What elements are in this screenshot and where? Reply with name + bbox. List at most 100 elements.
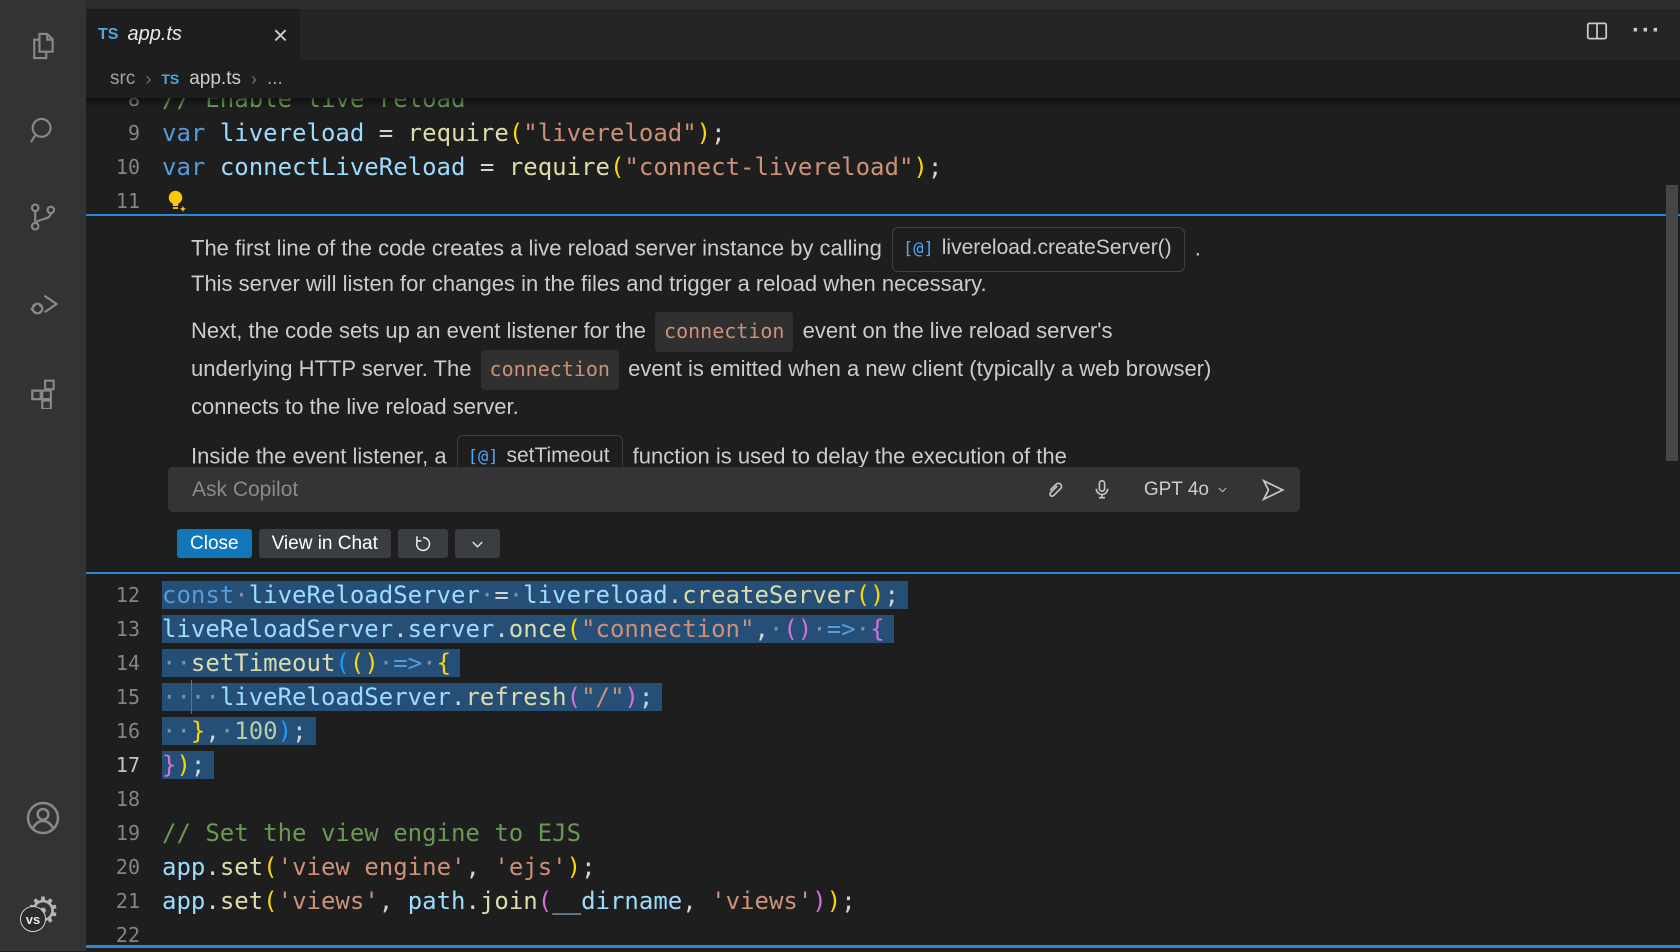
chat-text: underlying HTTP server. The bbox=[191, 356, 478, 381]
vs-profile-badge[interactable]: vs bbox=[20, 906, 46, 932]
code-text[interactable]: var connectLiveReload = require("connect… bbox=[162, 150, 1656, 184]
attach-icon[interactable] bbox=[1042, 478, 1066, 502]
line-number: 21 bbox=[86, 884, 140, 918]
line-number: 9 bbox=[86, 116, 140, 150]
line-number: 19 bbox=[86, 816, 140, 850]
mic-icon[interactable] bbox=[1090, 478, 1114, 502]
tabbar-top-strip bbox=[86, 0, 1680, 9]
refresh-icon bbox=[412, 533, 434, 555]
activity-bar: ⚙ vs bbox=[0, 0, 86, 951]
code-text[interactable]: // Set the view engine to EJS bbox=[162, 816, 1656, 850]
copilot-lightbulb-icon[interactable] bbox=[162, 188, 189, 215]
chat-text: event on the live reload server's bbox=[796, 318, 1112, 343]
code-text[interactable]: var livereload = require("livereload"); bbox=[162, 116, 1656, 150]
next-widget-border bbox=[86, 945, 1680, 948]
search-icon[interactable] bbox=[0, 98, 86, 162]
code-line[interactable]: 14 ··setTimeout(()·=>·{ bbox=[86, 646, 1680, 680]
chat-text: This server will listen for changes in t… bbox=[191, 271, 987, 296]
inline-code-chip: connection bbox=[481, 350, 619, 390]
code-text[interactable]: }); bbox=[162, 748, 1656, 782]
chevron-right-icon: › bbox=[145, 69, 151, 90]
typescript-file-icon: TS bbox=[98, 26, 118, 44]
chat-paragraph: Next, the code sets up an event listener… bbox=[191, 312, 1211, 426]
chat-text: function is used to delay the execution … bbox=[627, 443, 1067, 468]
code-line[interactable]: 15 ····liveReloadServer.refresh("/"); bbox=[86, 680, 1680, 714]
inline-code-chip: connection bbox=[655, 312, 793, 352]
inline-chat-bottom-border bbox=[86, 572, 1680, 574]
chevron-right-icon: › bbox=[251, 69, 257, 90]
chat-text-line: connects to the live reload server. bbox=[191, 388, 1211, 426]
chat-paragraph: The first line of the code creates a liv… bbox=[191, 227, 1201, 303]
line-number: 16 bbox=[86, 714, 140, 748]
account-icon[interactable] bbox=[0, 786, 86, 850]
breadcrumb[interactable]: src › TS app.ts › ... bbox=[86, 60, 1680, 98]
code-line[interactable]: 20 app.set('view engine', 'ejs'); bbox=[86, 850, 1680, 884]
tab-app-ts[interactable]: TS app.ts × bbox=[86, 9, 300, 60]
line-number: 13 bbox=[86, 612, 140, 646]
close-button[interactable]: Close bbox=[177, 529, 252, 558]
run-debug-icon[interactable] bbox=[0, 272, 86, 336]
tab-bar: TS app.ts × ··· bbox=[86, 0, 1680, 60]
regenerate-button[interactable] bbox=[398, 529, 448, 558]
line-number: 20 bbox=[86, 850, 140, 884]
scrollbar-thumb[interactable] bbox=[1666, 185, 1678, 461]
code-text[interactable]: ··},·100); bbox=[162, 714, 1656, 748]
line-number: 17 bbox=[86, 748, 140, 782]
code-text[interactable]: app.set('views', path.join(__dirname, 'v… bbox=[162, 884, 1656, 918]
explorer-icon[interactable] bbox=[0, 14, 86, 78]
code-line[interactable]: 21 app.set('views', path.join(__dirname, … bbox=[86, 884, 1680, 918]
line-number: 11 bbox=[86, 184, 140, 218]
code-line[interactable]: 11 bbox=[86, 184, 1680, 218]
more-actions-icon[interactable]: ··· bbox=[1632, 19, 1662, 43]
chat-text: Inside the event listener, a bbox=[191, 443, 453, 468]
model-label: GPT 4o bbox=[1144, 479, 1209, 501]
line-number: 14 bbox=[86, 646, 140, 680]
ask-copilot-input[interactable] bbox=[190, 477, 1018, 503]
code-line[interactable]: 16 ··},·100); bbox=[86, 714, 1680, 748]
editor-group: TS app.ts × ··· src › TS app.ts › ... 8/… bbox=[86, 0, 1680, 951]
chat-text-line: The first line of the code creates a liv… bbox=[191, 227, 1201, 265]
typescript-file-icon: TS bbox=[161, 71, 179, 87]
line-number: 10 bbox=[86, 150, 140, 184]
code-text[interactable]: const·liveReloadServer·=·livereload.crea… bbox=[162, 578, 1656, 612]
inline-chat-top-border bbox=[86, 214, 1680, 216]
code-line[interactable]: 9 var livereload = require("livereload"); bbox=[86, 116, 1680, 150]
breadcrumb-folder[interactable]: src bbox=[110, 68, 135, 90]
chevron-down-icon bbox=[1215, 482, 1230, 497]
code-text[interactable]: liveReloadServer.server.once("connection… bbox=[162, 612, 1656, 646]
code-line[interactable]: 18 bbox=[86, 782, 1680, 816]
chat-text: Next, the code sets up an event listener… bbox=[191, 318, 652, 343]
copilot-input-bar[interactable]: GPT 4o bbox=[168, 467, 1300, 512]
code-text[interactable]: ····liveReloadServer.refresh("/"); bbox=[162, 680, 1656, 714]
source-control-icon[interactable] bbox=[0, 185, 86, 249]
code-line[interactable]: 17}); bbox=[86, 748, 1680, 782]
breadcrumb-tail[interactable]: ... bbox=[267, 68, 283, 90]
line-number: 18 bbox=[86, 782, 140, 816]
chevron-down-icon bbox=[468, 534, 487, 554]
breadcrumb-file[interactable]: app.ts bbox=[189, 68, 241, 90]
symbol-ref-icon: [@] bbox=[903, 239, 934, 259]
chat-text: event is emitted when a new client (typi… bbox=[622, 356, 1211, 381]
chat-text-line: Next, the code sets up an event listener… bbox=[191, 312, 1211, 350]
inline-chat-buttons: Close View in Chat bbox=[177, 529, 500, 558]
tab-close-icon[interactable]: × bbox=[273, 22, 288, 48]
send-icon[interactable] bbox=[1260, 477, 1286, 503]
chat-text: The first line of the code creates a liv… bbox=[191, 235, 888, 260]
code-text[interactable]: ··setTimeout(()·=>·{ bbox=[162, 646, 1656, 680]
line-number: 12 bbox=[86, 578, 140, 612]
code-line[interactable]: 19 // Set the view engine to EJS bbox=[86, 816, 1680, 850]
files-icon bbox=[26, 29, 60, 63]
chat-text-line: underlying HTTP server. The connection e… bbox=[191, 350, 1211, 388]
code-line[interactable]: 13 liveReloadServer.server.once("connecti… bbox=[86, 612, 1680, 646]
more-options-button[interactable] bbox=[455, 529, 500, 558]
scroll-shadow bbox=[86, 98, 1680, 107]
line-number: 15 bbox=[86, 680, 140, 714]
code-line[interactable]: 12 const·liveReloadServer·=·livereload.cr… bbox=[86, 578, 1680, 612]
view-in-chat-button[interactable]: View in Chat bbox=[259, 529, 391, 558]
model-picker[interactable]: GPT 4o bbox=[1144, 479, 1230, 501]
code-line[interactable]: 10 var connectLiveReload = require("conne… bbox=[86, 150, 1680, 184]
editor-actions: ··· bbox=[1584, 18, 1662, 44]
split-editor-icon[interactable] bbox=[1584, 18, 1610, 44]
code-text[interactable]: app.set('view engine', 'ejs'); bbox=[162, 850, 1656, 884]
extensions-icon[interactable] bbox=[0, 360, 86, 424]
